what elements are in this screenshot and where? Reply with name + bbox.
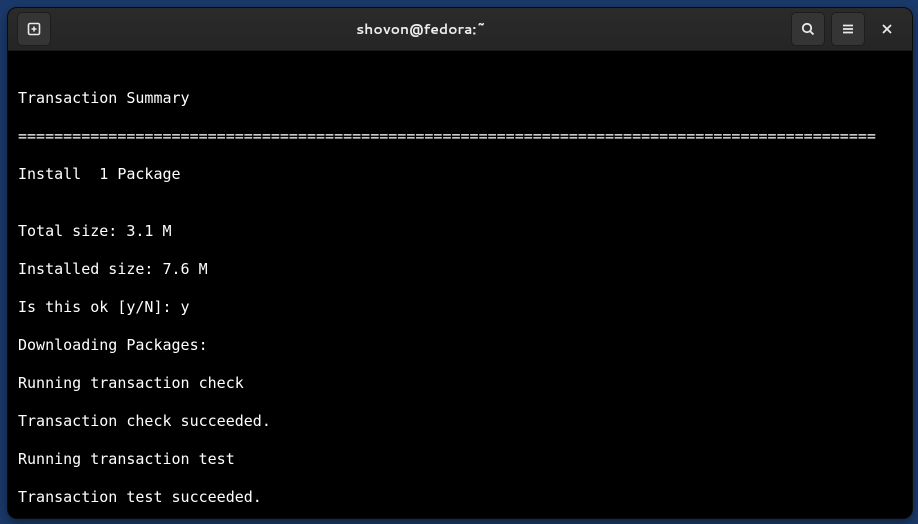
search-button[interactable] [791, 12, 825, 46]
new-tab-icon [26, 21, 42, 37]
close-icon [880, 22, 894, 36]
titlebar: shovon@fedora:~ [8, 8, 912, 51]
output-line: Transaction Summary [18, 89, 902, 108]
output-line: Is this ok [y/N]: y [18, 298, 902, 317]
terminal-body[interactable]: Transaction Summary ====================… [8, 51, 912, 518]
window-title: shovon@fedora:~ [54, 19, 788, 39]
output-line: Install 1 Package [18, 165, 902, 184]
new-tab-button[interactable] [17, 12, 51, 46]
close-button[interactable] [871, 13, 903, 45]
search-icon [800, 21, 816, 37]
output-line: Running transaction test [18, 450, 902, 469]
output-line: Downloading Packages: [18, 336, 902, 355]
hamburger-icon [840, 21, 856, 37]
menu-button[interactable] [831, 12, 865, 46]
titlebar-right-group [788, 12, 906, 46]
output-line: Running transaction check [18, 374, 902, 393]
output-line: Transaction check succeeded. [18, 412, 902, 431]
output-line: Transaction test succeeded. [18, 488, 902, 507]
terminal-window: shovon@fedora:~ [7, 7, 913, 519]
output-line: Installed size: 7.6 M [18, 260, 902, 279]
output-line: Total size: 3.1 M [18, 222, 902, 241]
output-divider: ========================================… [18, 127, 902, 146]
